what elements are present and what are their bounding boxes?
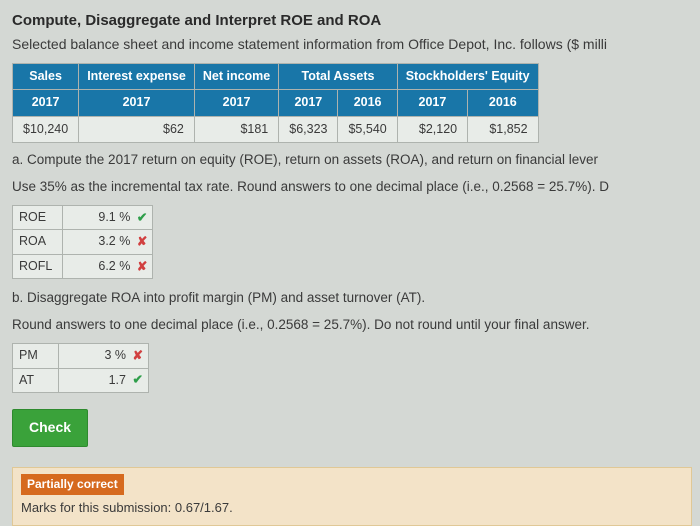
answer-field-roe[interactable]: 9.1 % ✔	[63, 205, 153, 230]
col-subheader: 2017	[279, 90, 338, 117]
part-b-line1: b. Disaggregate ROA into profit margin (…	[12, 289, 700, 308]
answer-label: ROFL	[13, 254, 63, 279]
table-row: $10,240 $62 $181 $6,323 $5,540 $2,120 $1…	[13, 116, 539, 143]
col-subheader: 2017	[194, 90, 278, 117]
marks-text: Marks for this submission: 0.67/1.67.	[21, 499, 683, 517]
col-subheader: 2016	[338, 90, 397, 117]
part-a-line1: a. Compute the 2017 return on equity (RO…	[12, 151, 700, 170]
table-cell: $1,852	[468, 116, 538, 143]
col-header: Total Assets	[279, 63, 397, 90]
check-icon: ✔	[133, 372, 143, 390]
answers-b-table: PM 3 % ✘ AT 1.7 ✔	[12, 343, 149, 393]
answer-value: 3 %	[104, 348, 126, 362]
table-header-sub: 2017 2017 2017 2017 2016 2017 2016	[13, 90, 539, 117]
check-icon: ✔	[137, 209, 147, 227]
answers-a-table: ROE 9.1 % ✔ ROA 3.2 % ✘ ROFL 6.2 % ✘	[12, 205, 153, 280]
answer-row: PM 3 % ✘	[13, 344, 149, 369]
answer-row: ROA 3.2 % ✘	[13, 230, 153, 255]
page-subtitle: Selected balance sheet and income statem…	[12, 35, 700, 55]
col-subheader: 2017	[397, 90, 467, 117]
answer-label: ROE	[13, 205, 63, 230]
answer-value: 1.7	[109, 373, 126, 387]
col-subheader: 2017	[13, 90, 79, 117]
feedback-box: Partially correct Marks for this submiss…	[12, 467, 692, 526]
answer-label: AT	[13, 368, 59, 393]
check-button[interactable]: Check	[12, 409, 88, 447]
col-header: Interest expense	[79, 63, 195, 90]
financial-data-table: Sales Interest expense Net income Total …	[12, 63, 539, 144]
cross-icon: ✘	[133, 347, 143, 365]
cross-icon: ✘	[137, 233, 147, 251]
table-header-top: Sales Interest expense Net income Total …	[13, 63, 539, 90]
answer-row: AT 1.7 ✔	[13, 368, 149, 393]
part-b-line2: Round answers to one decimal place (i.e.…	[12, 316, 700, 335]
col-header: Sales	[13, 63, 79, 90]
col-header: Stockholders' Equity	[397, 63, 538, 90]
answer-field-roa[interactable]: 3.2 % ✘	[63, 230, 153, 255]
table-cell: $62	[79, 116, 195, 143]
answer-value: 9.1 %	[98, 210, 130, 224]
table-cell: $5,540	[338, 116, 397, 143]
cross-icon: ✘	[137, 258, 147, 276]
status-badge: Partially correct	[21, 474, 124, 495]
table-cell: $181	[194, 116, 278, 143]
col-subheader: 2016	[468, 90, 538, 117]
part-a-line2: Use 35% as the incremental tax rate. Rou…	[12, 178, 700, 197]
page-title: Compute, Disaggregate and Interpret ROE …	[12, 10, 700, 31]
answer-row: ROFL 6.2 % ✘	[13, 254, 153, 279]
answer-row: ROE 9.1 % ✔	[13, 205, 153, 230]
col-subheader: 2017	[79, 90, 195, 117]
answer-field-at[interactable]: 1.7 ✔	[59, 368, 149, 393]
table-cell: $10,240	[13, 116, 79, 143]
answer-field-rofl[interactable]: 6.2 % ✘	[63, 254, 153, 279]
answer-value: 6.2 %	[98, 259, 130, 273]
answer-label: PM	[13, 344, 59, 369]
answer-label: ROA	[13, 230, 63, 255]
answer-field-pm[interactable]: 3 % ✘	[59, 344, 149, 369]
col-header: Net income	[194, 63, 278, 90]
table-cell: $6,323	[279, 116, 338, 143]
answer-value: 3.2 %	[98, 234, 130, 248]
table-cell: $2,120	[397, 116, 467, 143]
